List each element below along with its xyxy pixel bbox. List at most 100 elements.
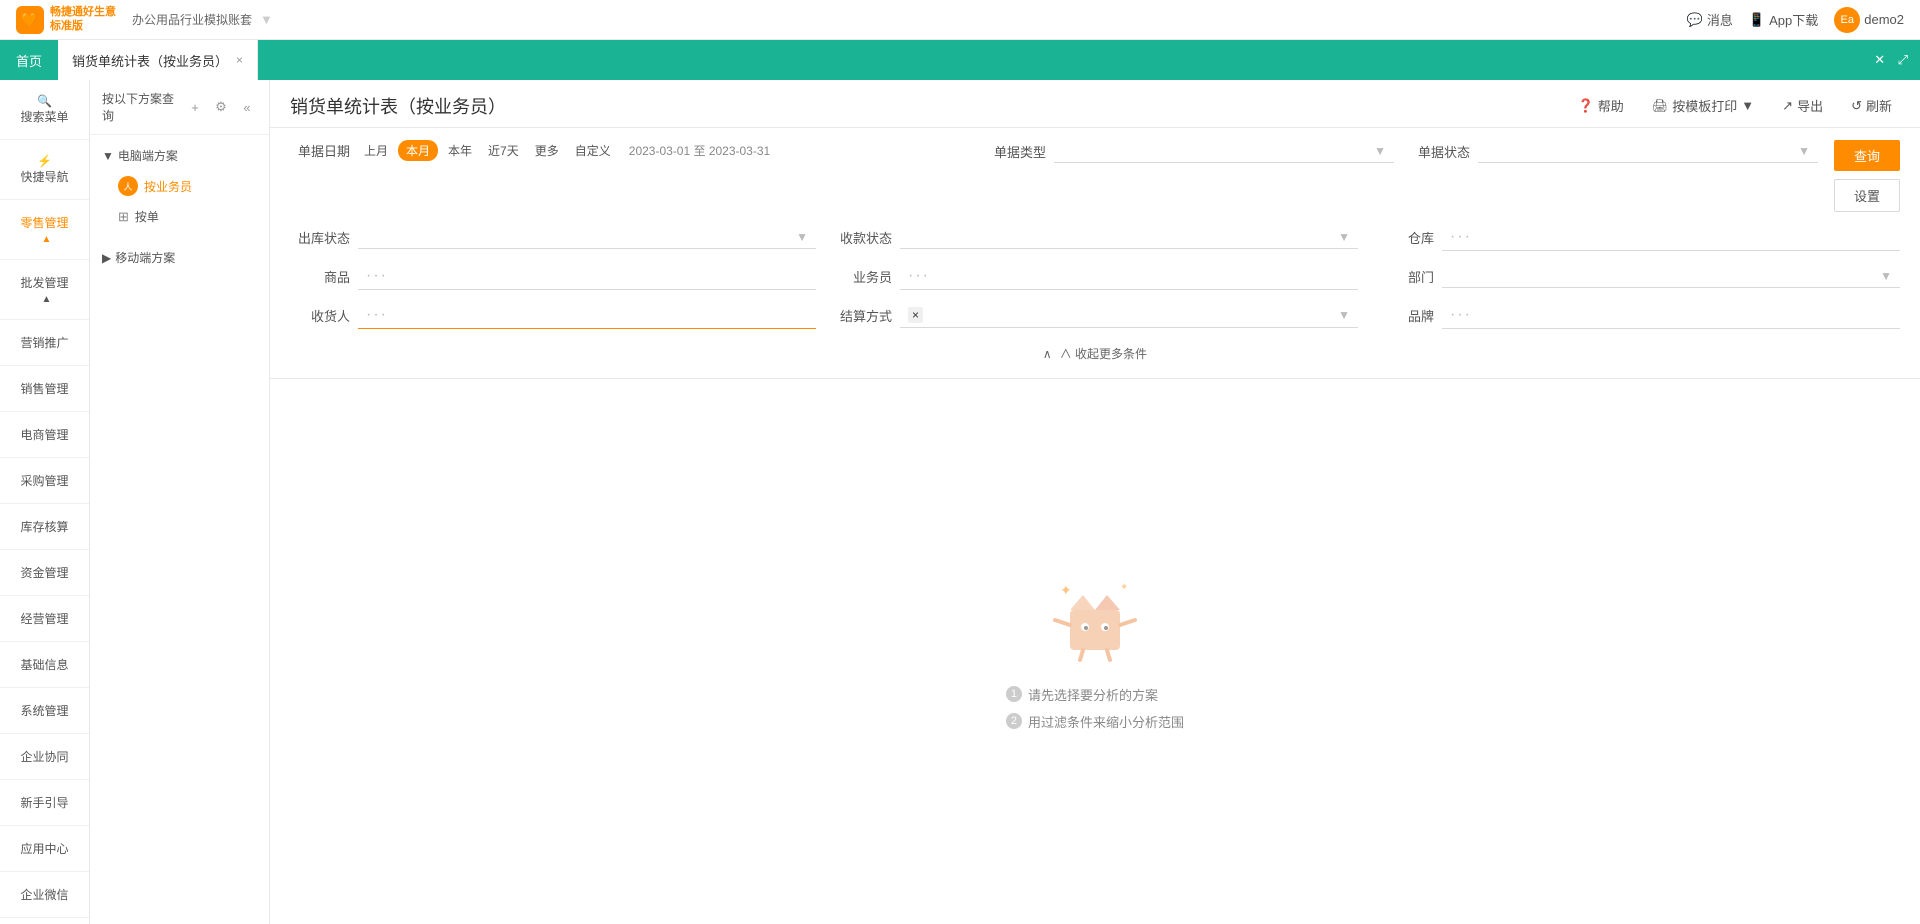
tab-expand-icon[interactable]: ✕ ⤢ (1862, 51, 1920, 69)
avatar: Ea (1834, 7, 1860, 33)
warehouse-label: 仓库 (1374, 228, 1434, 247)
top-header: 🧡 畅捷通好生意 标准版 办公用品行业模拟账套 ▼ 💬 消息 📱 App下载 E… (0, 0, 1920, 40)
window-control-close[interactable]: ✕ (1874, 52, 1885, 67)
sidebar-item-wholesale[interactable]: 批发管理 ▲ (0, 260, 89, 320)
sidebar-item-ecommerce[interactable]: 电商管理 (0, 412, 89, 458)
department-chevron: ▼ (1880, 269, 1892, 283)
warehouse-input[interactable]: ··· (1442, 224, 1900, 251)
svg-text:✦: ✦ (1060, 582, 1072, 598)
sidebar-item-marketing[interactable]: 营销推广 (0, 320, 89, 366)
breadcrumb-dropdown-icon[interactable]: ▼ (260, 12, 273, 27)
print-dropdown-icon[interactable]: ▼ (1741, 98, 1754, 113)
sidebar-item-basic[interactable]: 基础信息 (0, 642, 89, 688)
date-range-display: 2023-03-01 至 2023-03-31 (629, 142, 770, 159)
sidebar-item-wechat[interactable]: 企业微信 (0, 872, 89, 918)
empty-tip-2: 2 用过滤条件来缩小分析范围 (1006, 712, 1184, 731)
order-icon: ⊞ (118, 209, 129, 225)
date-tab-this-year[interactable]: 本年 (442, 140, 478, 161)
tab-sales-stat[interactable]: 销货单统计表（按业务员） × (58, 40, 258, 80)
report-header: 销货单统计表（按业务员） ❓ 帮助 🖨 按模板打印 ▼ ↗ 导出 (270, 80, 1920, 128)
add-scheme-button[interactable]: + (185, 97, 205, 117)
outbound-chevron: ▼ (796, 230, 808, 244)
doc-type-chevron: ▼ (1374, 144, 1386, 158)
collapse-filters-button[interactable]: ∧ ∧ 收起更多条件 (1031, 341, 1159, 366)
settlement-clear-tag: × (908, 307, 923, 323)
doc-status-input[interactable]: ▼ (1478, 140, 1818, 163)
settings-button[interactable]: 设置 (1834, 179, 1900, 212)
collapse-scheme-button[interactable]: « (237, 97, 257, 117)
export-icon: ↗ (1782, 98, 1793, 114)
logo-icon: 🧡 (16, 6, 44, 34)
scheme-group-desktop: ▼ 电脑端方案 人 按业务员 ⊞ 按单 (90, 135, 269, 237)
retail-expand-icon: ▲ (42, 234, 52, 245)
sidebar-item-sales[interactable]: 销售管理 (0, 366, 89, 412)
sidebar-item-newbie[interactable]: 新手引导 (0, 780, 89, 826)
tab-bar: 首页 销货单统计表（按业务员） × ✕ ⤢ (0, 40, 1920, 80)
date-tab-last7[interactable]: 近7天 (482, 140, 525, 161)
doc-type-input[interactable]: ▼ (1054, 140, 1394, 163)
date-tab-more[interactable]: 更多 (529, 140, 565, 161)
collapse-icon: ∧ (1043, 347, 1052, 361)
date-tab-last-month[interactable]: 上月 (358, 140, 394, 161)
scheme-panel: 按以下方案查询 + ⚙ « ▼ 电脑端方案 人 按业务员 ⊞ 按单 (90, 80, 270, 924)
sidebar-item-member[interactable]: 畅会员 (0, 918, 89, 924)
tab-close-icon[interactable]: × (236, 53, 243, 67)
sidebar-item-enterprise[interactable]: 企业协同 (0, 734, 89, 780)
scheme-panel-title: 按以下方案查询 (102, 90, 185, 124)
department-input[interactable]: ▼ (1442, 265, 1900, 288)
window-control-expand[interactable]: ⤢ (1898, 52, 1908, 67)
sidebar-item-retail[interactable]: 零售管理 ▲ (0, 200, 89, 260)
sidebar: 🔍 搜索菜单 ⚡ 快捷导航 零售管理 ▲ 批发管理 ▲ 营销推广 销售管理 电商… (0, 80, 90, 924)
quick-nav-icon: ⚡ (8, 154, 81, 168)
doc-status-chevron: ▼ (1798, 144, 1810, 158)
brand-label: 品牌 (1374, 306, 1434, 325)
outbound-input[interactable]: ▼ (358, 226, 816, 249)
export-button[interactable]: ↗ 导出 (1774, 92, 1831, 119)
date-tab-this-month[interactable]: 本月 (398, 140, 438, 161)
refresh-button[interactable]: ↺ 刷新 (1843, 92, 1900, 119)
consignee-input[interactable]: ··· (358, 302, 816, 329)
query-buttons: 查询 设置 (1834, 140, 1900, 212)
template-print-button[interactable]: 🖨 按模板打印 ▼ (1644, 92, 1762, 119)
salesperson-input[interactable]: ··· (900, 263, 1358, 290)
logo-area: 🧡 畅捷通好生意 标准版 (16, 6, 116, 34)
message-button[interactable]: 💬 消息 (1687, 10, 1733, 29)
breadcrumb: 办公用品行业模拟账套 (132, 11, 252, 28)
scheme-item-by-order[interactable]: ⊞ 按单 (90, 202, 269, 231)
sidebar-item-inventory[interactable]: 库存核算 (0, 504, 89, 550)
user-menu[interactable]: Ea demo2 (1834, 7, 1904, 33)
logo-text: 畅捷通好生意 标准版 (50, 6, 116, 32)
sidebar-item-search[interactable]: 🔍 搜索菜单 (0, 80, 89, 140)
department-label: 部门 (1374, 267, 1434, 286)
salesperson-scheme-icon: 人 (118, 176, 138, 196)
empty-tips: 1 请先选择要分析的方案 2 用过滤条件来缩小分析范围 (1006, 685, 1184, 739)
settlement-label: 结算方式 (832, 306, 892, 325)
sidebar-item-finance[interactable]: 资金管理 (0, 550, 89, 596)
help-button[interactable]: ❓ 帮助 (1570, 92, 1632, 119)
settlement-input[interactable]: × ▼ (900, 303, 1358, 328)
query-button[interactable]: 查询 (1834, 140, 1900, 171)
doc-type-label: 单据类型 (986, 142, 1046, 161)
goods-label: 商品 (290, 267, 350, 286)
print-icon: 🖨 (1652, 98, 1669, 114)
scheme-group-mobile-header[interactable]: ▶ 移动端方案 (90, 243, 269, 272)
filter-area: 单据日期 上月 本月 本年 近7天 更多 自定义 2023-03-01 至 20… (270, 128, 1920, 379)
date-tab-custom[interactable]: 自定义 (569, 140, 617, 161)
tab-home[interactable]: 首页 (0, 40, 58, 80)
download-icon: 📱 (1749, 12, 1765, 28)
brand-input[interactable]: ··· (1442, 302, 1900, 329)
sidebar-item-apps[interactable]: 应用中心 (0, 826, 89, 872)
search-icon: 🔍 (8, 94, 81, 108)
payment-input[interactable]: ▼ (900, 226, 1358, 249)
sidebar-item-purchase[interactable]: 采购管理 (0, 458, 89, 504)
scheme-group-desktop-header[interactable]: ▼ 电脑端方案 (90, 141, 269, 170)
sidebar-item-operations[interactable]: 经营管理 (0, 596, 89, 642)
goods-input[interactable]: ··· (358, 263, 816, 290)
outbound-label: 出库状态 (290, 228, 350, 247)
sidebar-item-system[interactable]: 系统管理 (0, 688, 89, 734)
sidebar-item-quick-nav[interactable]: ⚡ 快捷导航 (0, 140, 89, 200)
settings-scheme-button[interactable]: ⚙ (211, 97, 231, 117)
scheme-item-by-salesperson[interactable]: 人 按业务员 (90, 170, 269, 202)
app-download-button[interactable]: 📱 App下载 (1749, 10, 1818, 29)
payment-chevron: ▼ (1338, 230, 1350, 244)
